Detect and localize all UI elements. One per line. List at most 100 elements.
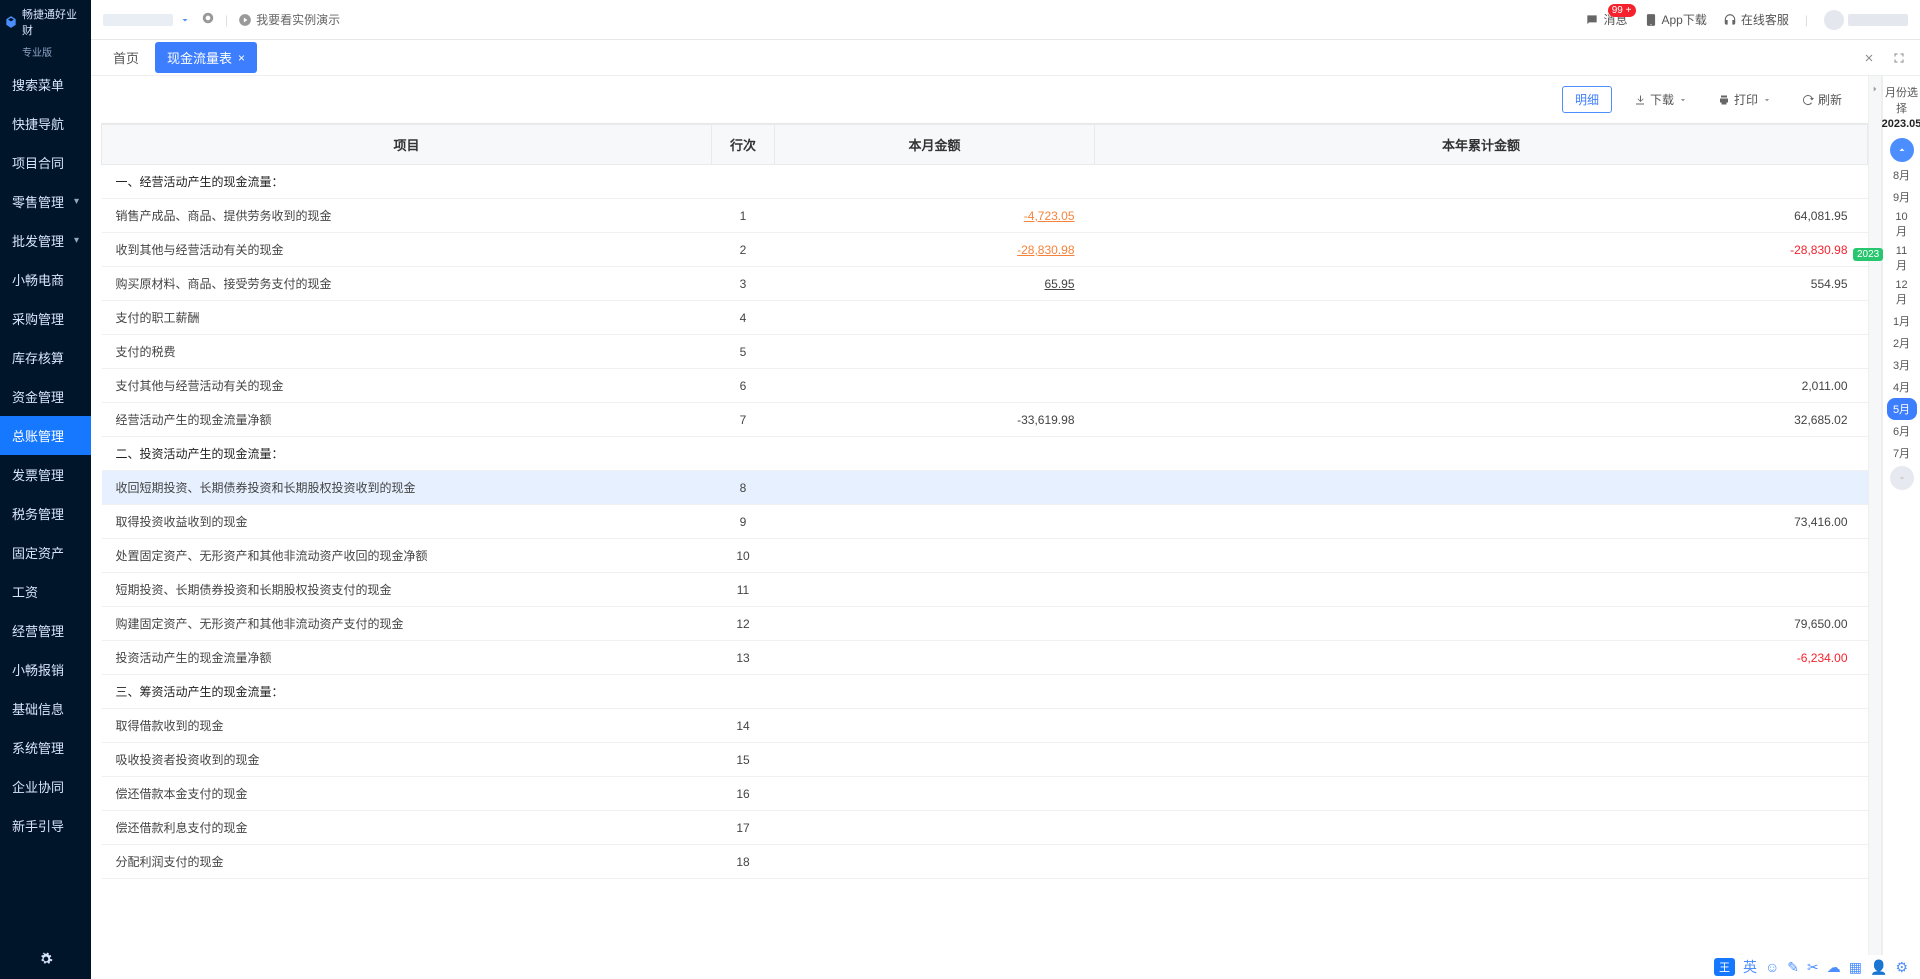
month-option[interactable]: 7月 [1887,442,1917,464]
cell-month [775,573,1095,607]
org-selector[interactable] [103,14,191,26]
panel-collapse-handle[interactable] [1868,76,1882,979]
table-row[interactable]: 分配利润支付的现金18 [102,845,1868,879]
sidebar-item[interactable]: 固定资产 [0,533,91,572]
settings-button[interactable] [0,942,91,979]
month-option[interactable]: 3月 [1887,354,1917,376]
sidebar-item[interactable]: 零售管理▾ [0,182,91,221]
print-icon [1718,94,1730,106]
table-row[interactable]: 支付的职工薪酬4 [102,301,1868,335]
month-option[interactable]: 9月 [1887,186,1917,208]
col-year: 本年累计金额 [1095,125,1868,165]
table-row[interactable]: 收到其他与经营活动有关的现金2-28,830.98-28,830.98 [102,233,1868,267]
sidebar-item[interactable]: 工资 [0,572,91,611]
table-row[interactable]: 经营活动产生的现金流量净额7-33,619.9832,685.02 [102,403,1868,437]
sidebar-item[interactable]: 经营管理 [0,611,91,650]
cell-project: 取得借款收到的现金 [102,709,712,743]
month-option[interactable]: 5月 [1887,398,1917,420]
print-button[interactable]: 打印 [1710,87,1780,112]
cell-month[interactable]: 65.95 [775,267,1095,301]
org-settings-icon[interactable] [201,11,215,28]
sidebar-item[interactable]: 新手引导 [0,806,91,845]
sidebar-item[interactable]: 库存核算 [0,338,91,377]
cell-year: 554.95 [1095,267,1868,301]
fullscreen-button[interactable] [1888,47,1910,69]
sidebar-item[interactable]: 系统管理 [0,728,91,767]
sidebar-item[interactable]: 资金管理 [0,377,91,416]
month-option[interactable]: 4月 [1887,376,1917,398]
ime-badge[interactable]: 王 [1714,958,1735,976]
sidebar-item[interactable]: 批发管理▾ [0,221,91,260]
sidebar-item[interactable]: 搜索菜单 [0,65,91,104]
table-row[interactable]: 二、投资活动产生的现金流量： [102,437,1868,471]
sidebar-item[interactable]: 小畅报销 [0,650,91,689]
tray-gear-icon[interactable]: ⚙ [1895,959,1908,976]
table-row[interactable]: 一、经营活动产生的现金流量： [102,165,1868,199]
table-row[interactable]: 偿还借款利息支付的现金17 [102,811,1868,845]
tab-home[interactable]: 首页 [101,42,151,73]
gear-icon [39,952,53,966]
cell-year: 2,011.00 [1095,369,1868,403]
tray-scissors-icon[interactable]: ✂ [1807,959,1819,976]
table-row[interactable]: 偿还借款本金支付的现金16 [102,777,1868,811]
table-row[interactable]: 购建固定资产、无形资产和其他非流动资产支付的现金1279,650.00 [102,607,1868,641]
sidebar-item[interactable]: 发票管理 [0,455,91,494]
cell-month[interactable]: -28,830.98 [775,233,1095,267]
detail-button[interactable]: 明细 [1562,86,1612,113]
month-option[interactable]: 1月 [1887,310,1917,332]
sidebar-item[interactable]: 基础信息 [0,689,91,728]
cell-month[interactable]: -4,723.05 [775,199,1095,233]
month-option[interactable]: 6月 [1887,420,1917,442]
table-row[interactable]: 处置固定资产、无形资产和其他非流动资产收回的现金净额10 [102,539,1868,573]
ime-lang[interactable]: 英 [1743,957,1757,977]
tab-cashflow[interactable]: 现金流量表 × [155,42,257,73]
table-row[interactable]: 取得投资收益收到的现金973,416.00 [102,505,1868,539]
sidebar-item[interactable]: 企业协同 [0,767,91,806]
table-row[interactable]: 三、筹资活动产生的现金流量： [102,675,1868,709]
cell-year [1095,675,1868,709]
app-download-button[interactable]: App下载 [1644,11,1707,28]
cell-line: 18 [712,845,775,879]
sidebar-item-label: 系统管理 [12,738,64,757]
month-scroll-down[interactable] [1890,466,1914,490]
tray-smile-icon[interactable]: ☺ [1765,959,1779,975]
cell-year [1095,539,1868,573]
tray-cloud-icon[interactable]: ☁ [1827,959,1841,976]
tab-close-all-button[interactable] [1858,47,1880,69]
sidebar-item-label: 税务管理 [12,504,64,523]
user-menu[interactable] [1824,10,1908,30]
refresh-button[interactable]: 刷新 [1794,87,1850,112]
table-row[interactable]: 支付其他与经营活动有关的现金62,011.00 [102,369,1868,403]
sidebar-item[interactable]: 小畅电商 [0,260,91,299]
tray-edit-icon[interactable]: ✎ [1787,959,1799,976]
table-row[interactable]: 收回短期投资、长期债券投资和长期股权投资收到的现金8 [102,471,1868,505]
sidebar-item[interactable]: 总账管理 [0,416,91,455]
cell-line: 2 [712,233,775,267]
table-row[interactable]: 吸收投资者投资收到的现金15 [102,743,1868,777]
table-row[interactable]: 短期投资、长期债券投资和长期股权投资支付的现金11 [102,573,1868,607]
tray-grid-icon[interactable]: ▦ [1849,959,1862,976]
sidebar-item[interactable]: 项目合同 [0,143,91,182]
month-option[interactable]: 12月 [1887,276,1917,310]
table-row[interactable]: 投资活动产生的现金流量净额13-6,234.00 [102,641,1868,675]
table-row[interactable]: 取得借款收到的现金14 [102,709,1868,743]
month-option[interactable]: 2月 [1887,332,1917,354]
table-row[interactable]: 销售产成品、商品、提供劳务收到的现金1-4,723.0564,081.95 [102,199,1868,233]
sidebar-item[interactable]: 快捷导航 [0,104,91,143]
cell-line: 10 [712,539,775,573]
month-scroll-up[interactable] [1890,138,1914,162]
table-row[interactable]: 购买原材料、商品、接受劳务支付的现金365.95554.95 [102,267,1868,301]
messages-button[interactable]: 消息 99 + [1585,11,1627,28]
customer-service-button[interactable]: 在线客服 [1723,11,1789,28]
demo-link[interactable]: 我要看实例演示 [238,11,340,28]
close-icon[interactable]: × [238,51,245,65]
sidebar-item[interactable]: 采购管理 [0,299,91,338]
month-option[interactable]: 11月 [1887,242,1917,276]
tray-person-icon[interactable]: 👤 [1870,959,1887,976]
sidebar-item[interactable]: 税务管理 [0,494,91,533]
report-table-scroll[interactable]: 项目 行次 本月金额 本年累计金额 一、经营活动产生的现金流量：销售产成品、商品… [101,123,1868,979]
download-button[interactable]: 下载 [1626,87,1696,112]
month-option[interactable]: 8月 [1887,164,1917,186]
table-row[interactable]: 支付的税费5 [102,335,1868,369]
month-option[interactable]: 10月 [1887,208,1917,242]
